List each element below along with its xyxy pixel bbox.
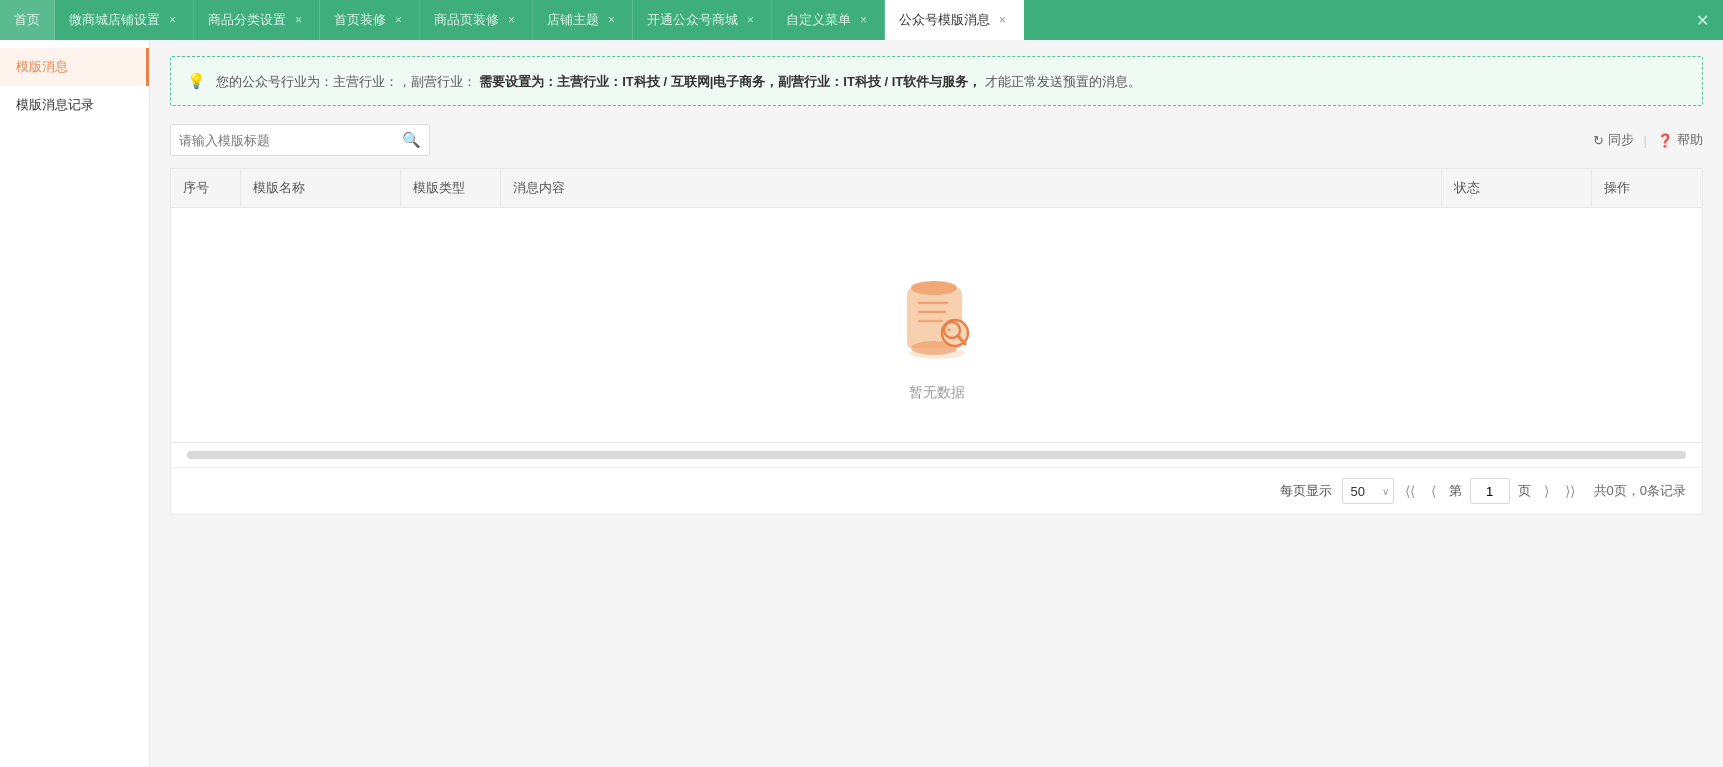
close-tab-store-theme[interactable]: ×: [605, 12, 618, 28]
tab-store-settings[interactable]: 微商城店铺设置×: [55, 0, 194, 40]
empty-state: 暂无数据: [171, 208, 1702, 442]
col-header-action: 操作: [1592, 169, 1702, 207]
svg-point-1: [911, 281, 957, 295]
col-header-content: 消息内容: [501, 169, 1442, 207]
main-content: 💡 您的公众号行业为：主营行业：，副营行业： 需要设置为：主营行业：IT科技 /…: [150, 40, 1723, 767]
sync-button[interactable]: ↻ 同步: [1593, 131, 1634, 149]
notice-icon: 💡: [187, 72, 206, 89]
tab-store-theme[interactable]: 店铺主题×: [533, 0, 633, 40]
notice-suffix: 才能正常发送预置的消息。: [985, 74, 1141, 89]
sidebar-item-template-msg[interactable]: 模版消息: [0, 48, 149, 86]
close-tab-custom-menu[interactable]: ×: [857, 12, 870, 28]
close-tab-store-settings[interactable]: ×: [166, 12, 179, 28]
top-nav: 首页微商城店铺设置×商品分类设置×首页装修×商品页装修×店铺主题×开通公众号商城…: [0, 0, 1723, 40]
data-table: 序号 模版名称 模版类型 消息内容 状态 操作: [170, 168, 1703, 515]
tab-custom-menu[interactable]: 自定义菜单×: [772, 0, 885, 40]
notice-highlight: 需要设置为：主营行业：IT科技 / 互联网|电子商务，副营行业：IT科技 / I…: [479, 74, 981, 89]
main-layout: 模版消息模版消息记录 💡 您的公众号行业为：主营行业：，副营行业： 需要设置为：…: [0, 40, 1723, 767]
col-header-type: 模版类型: [401, 169, 501, 207]
col-header-name: 模版名称: [241, 169, 401, 207]
sidebar-item-template-msg-log[interactable]: 模版消息记录: [0, 86, 149, 124]
close-tab-open-mall[interactable]: ×: [744, 12, 757, 28]
horizontal-scrollbar[interactable]: [187, 451, 1686, 459]
pagination: 每页显示 102050100 ⟨⟨ ⟨ 第 页 ⟩ ⟩⟩ 共0页，0条记录: [171, 467, 1702, 514]
tab-home[interactable]: 首页: [0, 0, 55, 40]
tab-home-decoration[interactable]: 首页装修×: [320, 0, 420, 40]
prev-page-button[interactable]: ⟨: [1426, 481, 1441, 501]
search-button[interactable]: 🔍: [402, 131, 421, 149]
per-page-select-wrap: 102050100: [1342, 478, 1394, 504]
page-input[interactable]: [1470, 478, 1510, 504]
next-page-button[interactable]: ⟩: [1539, 481, 1554, 501]
total-info: 共0页，0条记录: [1594, 482, 1686, 500]
empty-text: 暂无数据: [909, 384, 965, 402]
close-tab-home-decoration[interactable]: ×: [392, 12, 405, 28]
search-bar: 🔍 ↻ 同步 | ❓ 帮助: [170, 124, 1703, 156]
search-actions: ↻ 同步 | ❓ 帮助: [1593, 131, 1703, 149]
col-header-seq: 序号: [171, 169, 241, 207]
search-input-wrap: 🔍: [170, 124, 430, 156]
sync-label: 同步: [1608, 131, 1634, 149]
table-header: 序号 模版名称 模版类型 消息内容 状态 操作: [171, 169, 1702, 208]
help-label: 帮助: [1677, 131, 1703, 149]
per-page-label: 每页显示: [1280, 482, 1332, 500]
notice-box: 💡 您的公众号行业为：主营行业：，副营行业： 需要设置为：主营行业：IT科技 /…: [170, 56, 1703, 106]
page-label: 第: [1449, 482, 1462, 500]
col-header-status: 状态: [1442, 169, 1592, 207]
scroll-track-container: [171, 442, 1702, 467]
page-suffix: 页: [1518, 482, 1531, 500]
empty-state-icon: [887, 268, 987, 368]
global-close-button[interactable]: ✕: [1682, 0, 1723, 40]
close-tab-template-msg[interactable]: ×: [996, 12, 1009, 28]
tab-product-decoration[interactable]: 商品页装修×: [420, 0, 533, 40]
notice-prefix: 您的公众号行业为：主营行业：，副营行业：: [216, 74, 476, 89]
close-tab-category-settings[interactable]: ×: [292, 12, 305, 28]
tab-category-settings[interactable]: 商品分类设置×: [194, 0, 320, 40]
tab-open-mall[interactable]: 开通公众号商城×: [633, 0, 772, 40]
close-tab-product-decoration[interactable]: ×: [505, 12, 518, 28]
action-divider: |: [1644, 133, 1647, 148]
search-input[interactable]: [179, 133, 402, 148]
per-page-select[interactable]: 102050100: [1342, 478, 1394, 504]
help-button[interactable]: ❓ 帮助: [1657, 131, 1703, 149]
last-page-button[interactable]: ⟩⟩: [1560, 481, 1580, 501]
sync-icon: ↻: [1593, 133, 1604, 148]
tab-template-msg[interactable]: 公众号模版消息×: [885, 0, 1024, 40]
first-page-button[interactable]: ⟨⟨: [1400, 481, 1420, 501]
help-icon: ❓: [1657, 133, 1673, 148]
sidebar: 模版消息模版消息记录: [0, 40, 150, 767]
